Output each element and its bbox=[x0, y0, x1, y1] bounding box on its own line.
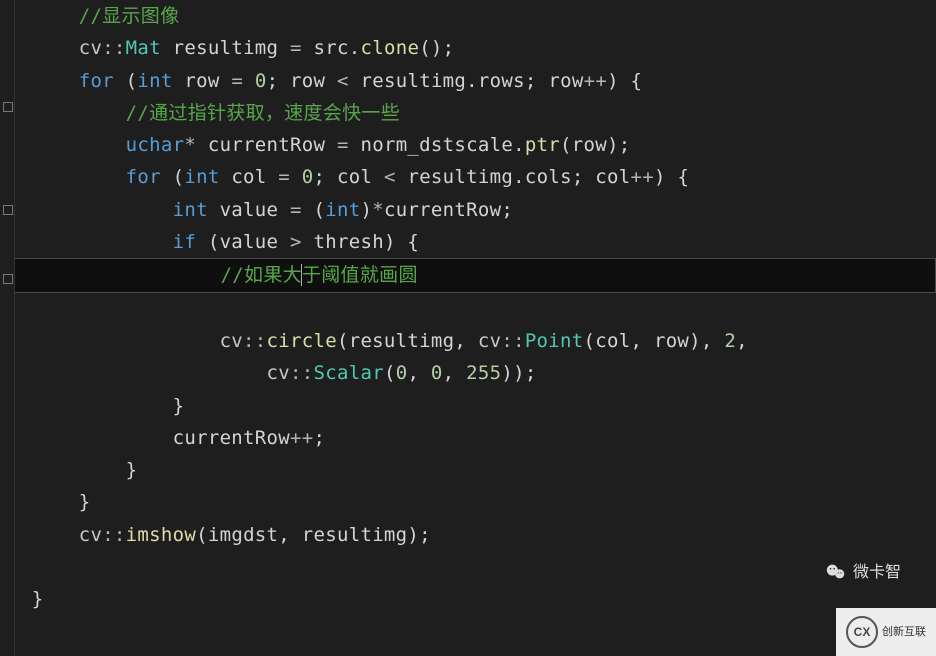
comment: //通过指针获取，速度会快一些 bbox=[126, 102, 400, 124]
code-line: } bbox=[20, 395, 184, 417]
code-line: currentRow++; bbox=[20, 427, 325, 449]
cx-logo-icon: CX bbox=[846, 616, 878, 648]
code-line: } bbox=[20, 491, 90, 513]
code-line: } bbox=[20, 588, 44, 610]
wechat-watermark: 微卡智 bbox=[825, 559, 901, 586]
wechat-label: 微卡智 bbox=[853, 559, 901, 586]
code-line: cv::imshow(imgdst, resultimg); bbox=[20, 524, 431, 546]
cx-label: 创新互联 bbox=[882, 623, 926, 642]
text-caret bbox=[301, 264, 302, 286]
wechat-icon bbox=[825, 561, 847, 583]
comment: //显示图像 bbox=[79, 5, 180, 27]
code-line: } bbox=[20, 459, 137, 481]
code-editor[interactable]: //显示图像 cv::Mat resultimg = src.clone(); … bbox=[0, 0, 936, 616]
editor-gutter bbox=[0, 0, 15, 656]
code-line: cv::circle(resultimg, cv::Point(col, row… bbox=[20, 330, 748, 352]
code-line bbox=[20, 556, 32, 578]
cx-watermark: CX 创新互联 bbox=[836, 608, 936, 656]
code-line: int value = (int)*currentRow; bbox=[20, 199, 513, 221]
code-line: cv::Mat resultimg = src.clone(); bbox=[20, 37, 454, 59]
code-line: //通过指针获取，速度会快一些 bbox=[20, 102, 400, 124]
code-line: if (value > thresh) { bbox=[20, 231, 419, 253]
code-line: for (int row = 0; row < resultimg.rows; … bbox=[20, 70, 642, 92]
fold-marker-icon[interactable] bbox=[3, 274, 13, 284]
code-line: cv::Scalar(0, 0, 255)); bbox=[20, 362, 537, 384]
type-mat: Mat bbox=[126, 37, 161, 59]
code-line: //显示图像 bbox=[20, 5, 179, 27]
fold-marker-icon[interactable] bbox=[3, 205, 13, 215]
code-line: uchar* currentRow = norm_dstscale.ptr(ro… bbox=[20, 134, 630, 156]
fold-marker-icon[interactable] bbox=[3, 102, 13, 112]
code-line: for (int col = 0; col < resultimg.cols; … bbox=[20, 166, 689, 188]
comment: //如果大于阈值就画圆 bbox=[221, 264, 418, 286]
highlighted-line: //如果大于阈值就画圆 bbox=[0, 258, 936, 292]
